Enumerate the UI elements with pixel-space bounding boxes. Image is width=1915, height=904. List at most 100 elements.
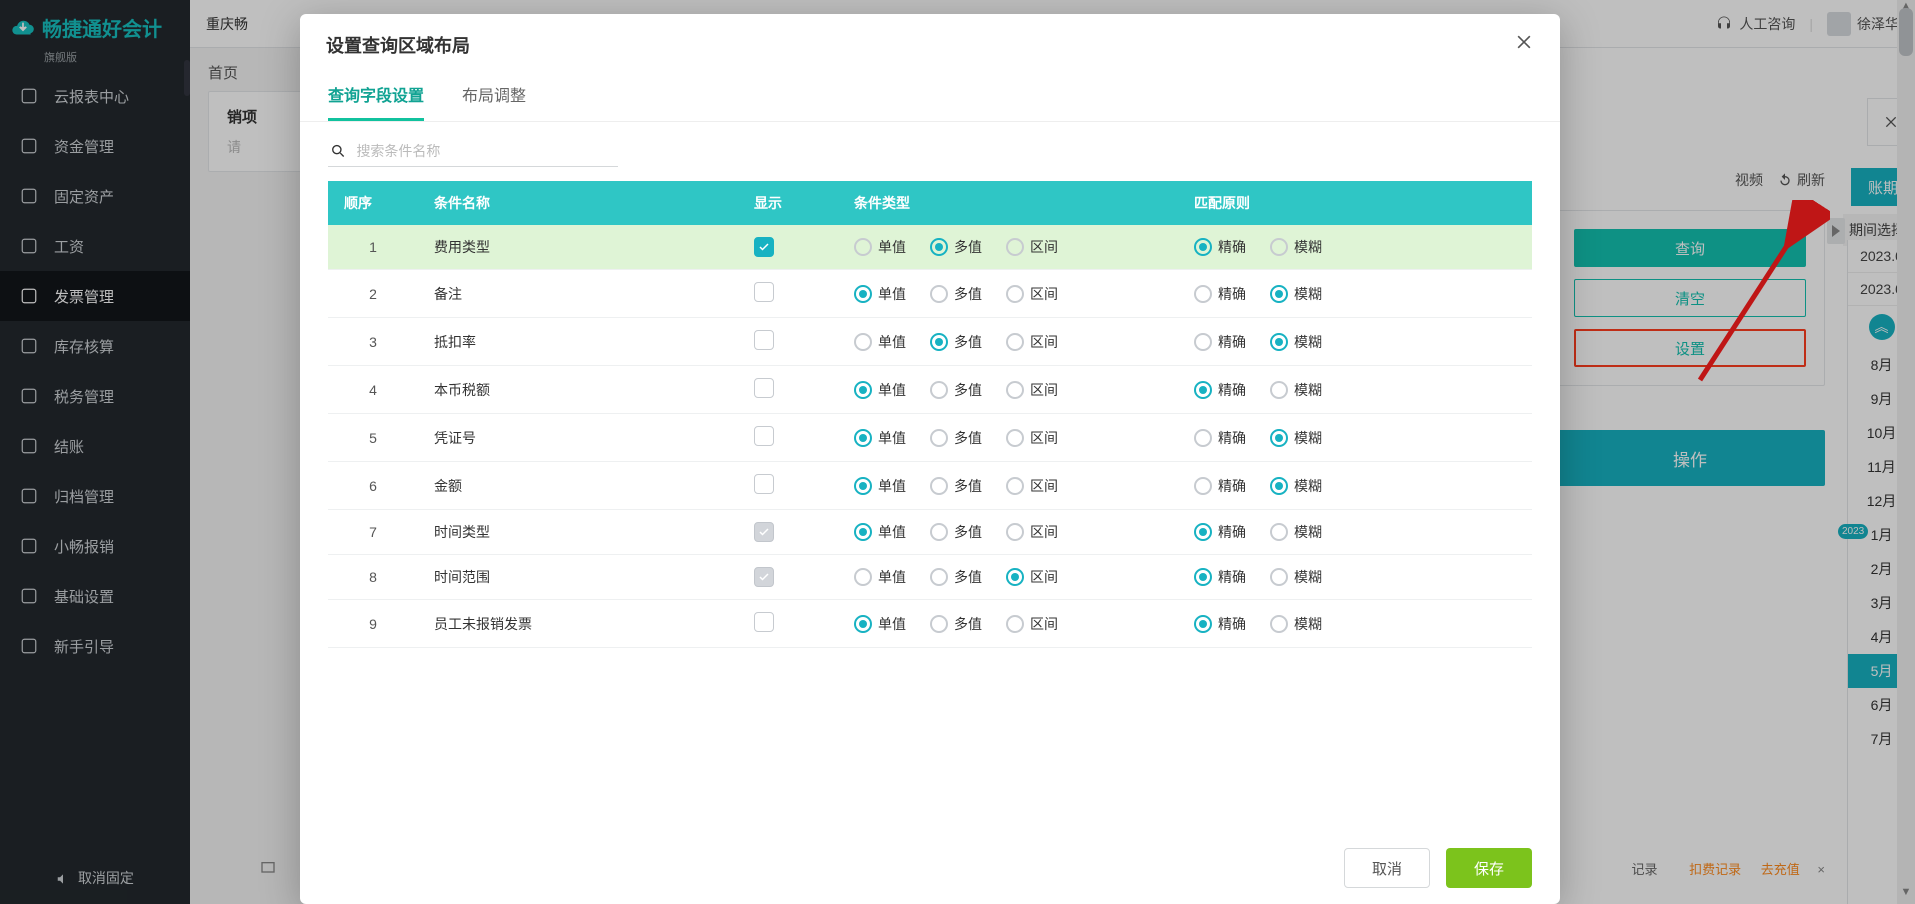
fields-grid: 顺序 条件名称 显示 条件类型 匹配原则 1费用类型单值多值区间精确模糊2备注单… [328,181,1532,648]
row-index: 7 [328,512,418,552]
match-radio-fuzzy[interactable]: 模糊 [1270,428,1322,448]
type-radio-single[interactable]: 单值 [854,476,906,496]
type-radio-range[interactable]: 区间 [1006,567,1058,587]
radio-dot-icon [854,477,872,495]
show-checkbox[interactable] [754,378,774,398]
type-radio-multi[interactable]: 多值 [930,567,982,587]
cancel-button[interactable]: 取消 [1344,848,1430,888]
radio-dot-icon [1194,381,1212,399]
type-radio-single[interactable]: 单值 [854,284,906,304]
type-radio-multi[interactable]: 多值 [930,237,982,257]
type-radio-single[interactable]: 单值 [854,614,906,634]
radio-label: 精确 [1218,522,1246,542]
type-radio-single[interactable]: 单值 [854,567,906,587]
type-radio-single[interactable]: 单值 [854,428,906,448]
match-radio-fuzzy[interactable]: 模糊 [1270,614,1322,634]
show-checkbox[interactable] [754,474,774,494]
radio-label: 区间 [1030,614,1058,634]
type-radio-range[interactable]: 区间 [1006,380,1058,400]
radio-label: 精确 [1218,284,1246,304]
radio-dot-icon [930,238,948,256]
show-checkbox[interactable] [754,282,774,302]
type-radio-multi[interactable]: 多值 [930,284,982,304]
radio-dot-icon [930,615,948,633]
show-checkbox[interactable] [754,330,774,350]
match-radio-fuzzy[interactable]: 模糊 [1270,522,1322,542]
grid-row: 5凭证号单值多值区间精确模糊 [328,414,1532,462]
type-radio-multi[interactable]: 多值 [930,332,982,352]
type-radio-range[interactable]: 区间 [1006,522,1058,542]
row-name: 费用类型 [418,225,738,269]
type-radio-multi[interactable]: 多值 [930,476,982,496]
match-radio-exact[interactable]: 精确 [1194,284,1246,304]
row-index: 3 [328,322,418,362]
match-radio-fuzzy[interactable]: 模糊 [1270,237,1322,257]
match-radio-exact[interactable]: 精确 [1194,332,1246,352]
type-radio-range[interactable]: 区间 [1006,284,1058,304]
match-radio-fuzzy[interactable]: 模糊 [1270,476,1322,496]
type-radio-single[interactable]: 单值 [854,522,906,542]
match-radio-exact[interactable]: 精确 [1194,614,1246,634]
radio-label: 精确 [1218,237,1246,257]
radio-dot-icon [930,568,948,586]
match-radio-exact[interactable]: 精确 [1194,237,1246,257]
show-checkbox[interactable] [754,426,774,446]
type-radio-range[interactable]: 区间 [1006,332,1058,352]
radio-dot-icon [1270,333,1288,351]
radio-dot-icon [930,381,948,399]
type-radio-single[interactable]: 单值 [854,332,906,352]
radio-label: 精确 [1218,332,1246,352]
match-radio-fuzzy[interactable]: 模糊 [1270,332,1322,352]
radio-label: 单值 [878,380,906,400]
radio-label: 多值 [954,614,982,634]
match-radio-exact[interactable]: 精确 [1194,522,1246,542]
col-name: 条件名称 [418,181,738,225]
col-match: 匹配原则 [1178,181,1478,225]
row-index: 6 [328,466,418,506]
radio-label: 模糊 [1294,237,1322,257]
match-radio-exact[interactable]: 精确 [1194,380,1246,400]
type-radio-multi[interactable]: 多值 [930,614,982,634]
type-radio-range[interactable]: 区间 [1006,614,1058,634]
tab-query-fields[interactable]: 查询字段设置 [328,72,424,121]
type-radio-multi[interactable]: 多值 [930,522,982,542]
radio-dot-icon [1194,615,1212,633]
save-button[interactable]: 保存 [1446,848,1532,888]
radio-dot-icon [1194,477,1212,495]
radio-label: 区间 [1030,428,1058,448]
match-radio-exact[interactable]: 精确 [1194,476,1246,496]
radio-dot-icon [1006,238,1024,256]
row-name: 时间类型 [418,510,738,554]
grid-row: 7时间类型 单值 多值 区间 精确 模糊 [328,510,1532,555]
modal-close-button[interactable] [1514,32,1534,58]
row-name: 员工未报销发票 [418,602,738,646]
match-radio-exact[interactable]: 精确 [1194,428,1246,448]
type-radio-range[interactable]: 区间 [1006,428,1058,448]
show-checkbox[interactable] [754,612,774,632]
row-index: 2 [328,274,418,314]
radio-label: 多值 [954,284,982,304]
search-icon [330,142,346,160]
match-radio-fuzzy[interactable]: 模糊 [1270,380,1322,400]
radio-label: 多值 [954,332,982,352]
modal-title: 设置查询区域布局 [326,32,470,58]
match-radio-fuzzy[interactable]: 模糊 [1270,284,1322,304]
match-radio-fuzzy[interactable]: 模糊 [1270,567,1322,587]
search-input[interactable] [354,142,616,160]
radio-label: 精确 [1218,428,1246,448]
grid-row: 1费用类型 单值 多值 区间 精确 模糊 [328,225,1532,270]
row-name: 抵扣率 [418,320,738,364]
show-checkbox[interactable] [754,237,774,257]
type-radio-single[interactable]: 单值 [854,380,906,400]
row-name: 本币税额 [418,368,738,412]
tab-layout-adjust[interactable]: 布局调整 [462,72,526,121]
type-radio-multi[interactable]: 多值 [930,380,982,400]
type-radio-single[interactable]: 单值 [854,237,906,257]
type-radio-range[interactable]: 区间 [1006,237,1058,257]
type-radio-range[interactable]: 区间 [1006,476,1058,496]
type-radio-multi[interactable]: 多值 [930,428,982,448]
grid-row: 2备注单值多值区间精确模糊 [328,270,1532,318]
match-radio-exact[interactable]: 精确 [1194,567,1246,587]
row-index: 1 [328,227,418,267]
radio-dot-icon [854,568,872,586]
